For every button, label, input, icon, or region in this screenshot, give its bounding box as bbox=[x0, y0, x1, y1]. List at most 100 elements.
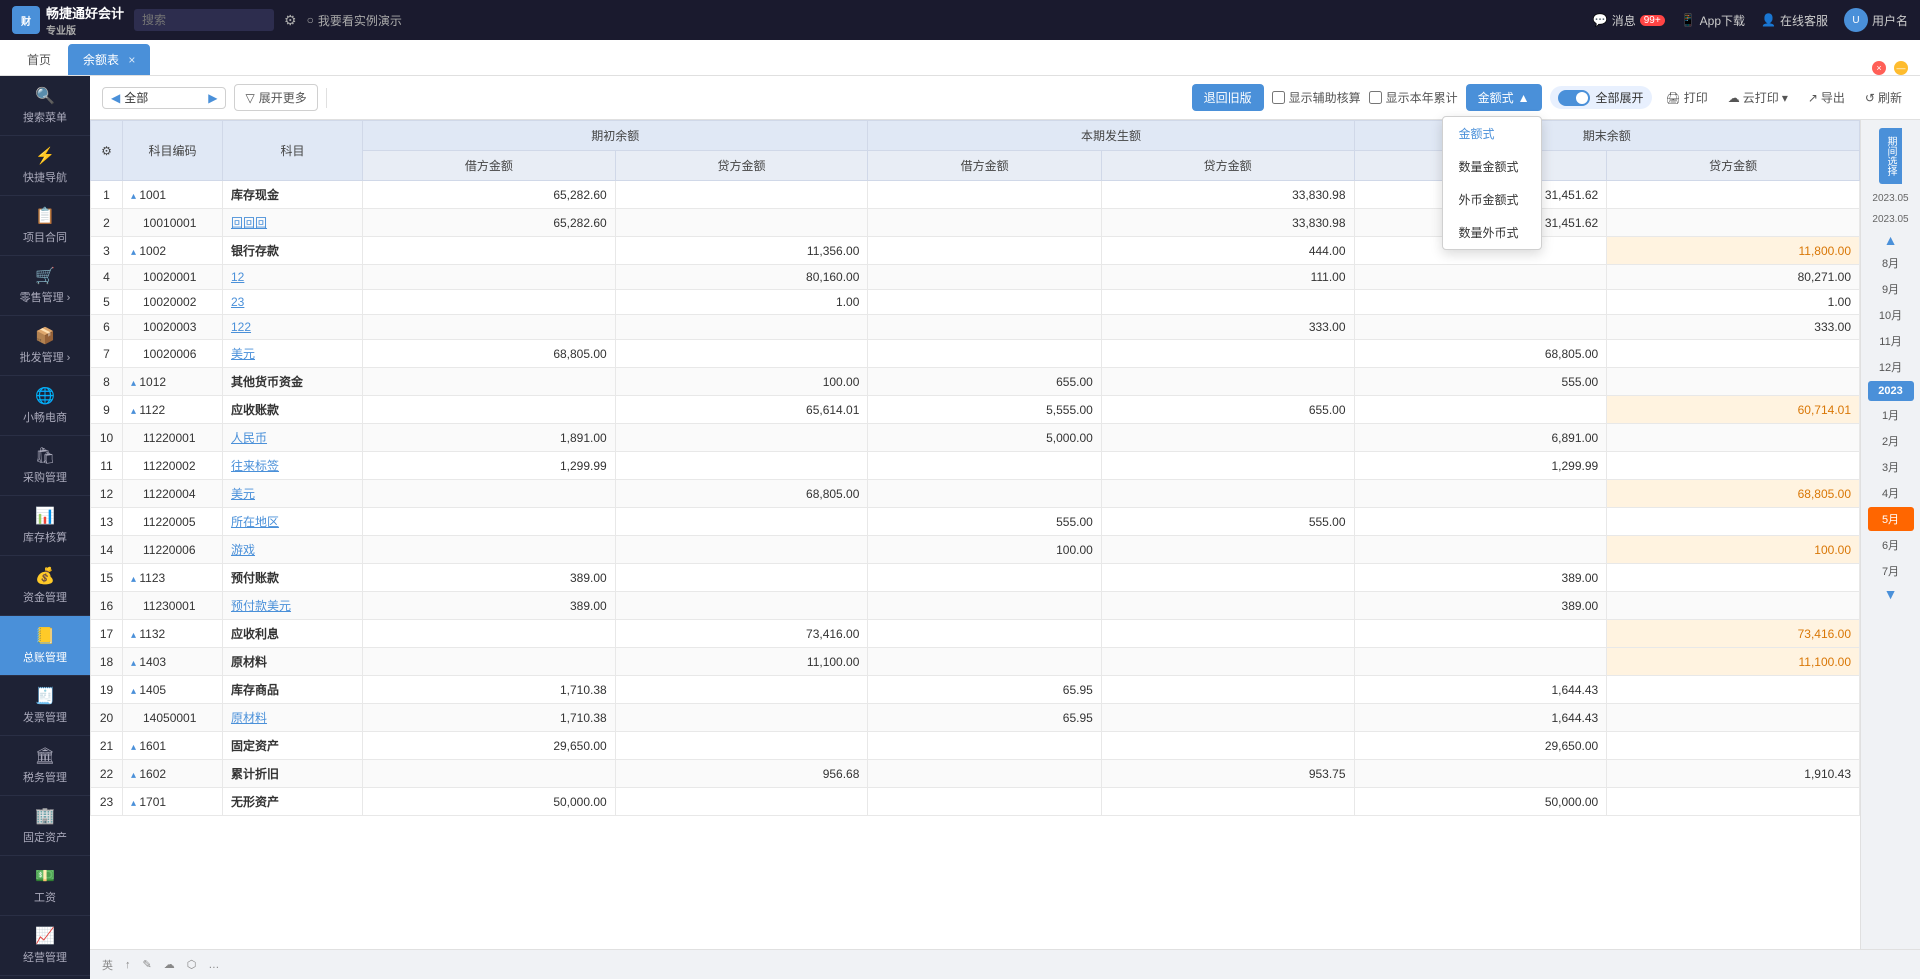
tab-close-icon[interactable]: × bbox=[128, 53, 135, 67]
sidebar-item-tax[interactable]: 🏛 税务管理 bbox=[0, 736, 90, 796]
row-qc_credit[interactable]: 73,416.00 bbox=[615, 620, 868, 648]
row-qm_debit[interactable]: 555.00 bbox=[1354, 368, 1607, 396]
row-bf_credit[interactable]: 555.00 bbox=[1101, 508, 1354, 536]
user-area[interactable]: U 用户名 bbox=[1844, 8, 1908, 32]
row-qc_credit[interactable]: 11,100.00 bbox=[615, 648, 868, 676]
month-10[interactable]: 10月 bbox=[1868, 303, 1914, 327]
cloud-print-btn[interactable]: ☁ 云打印 ▾ bbox=[1722, 85, 1794, 110]
row-qc_debit[interactable]: 389.00 bbox=[363, 592, 616, 620]
row-bf_debit[interactable]: 65.95 bbox=[868, 676, 1101, 704]
row-bf_credit[interactable]: 444.00 bbox=[1101, 237, 1354, 265]
row-qc_credit[interactable]: 80,160.00 bbox=[615, 265, 868, 290]
row-qc_debit[interactable]: 389.00 bbox=[363, 564, 616, 592]
row-qm_debit[interactable]: 1,299.99 bbox=[1354, 452, 1607, 480]
sidebar-item-salary[interactable]: 💵 工资 bbox=[0, 856, 90, 916]
bottom-lang[interactable]: 英 bbox=[102, 957, 113, 973]
row-bf_credit[interactable]: 111.00 bbox=[1101, 265, 1354, 290]
row-qm_credit[interactable]: 80,271.00 bbox=[1607, 265, 1860, 290]
dropdown-item-shuliangjine[interactable]: 数量金额式 bbox=[1443, 150, 1541, 183]
row-qc_debit[interactable]: 1,891.00 bbox=[363, 424, 616, 452]
date-down-arrow[interactable]: ▼ bbox=[1882, 584, 1900, 604]
row-bf_credit[interactable]: 333.00 bbox=[1101, 315, 1354, 340]
sidebar-item-project[interactable]: 📋 项目合同 bbox=[0, 196, 90, 256]
aux-check-label[interactable]: 显示辅助核算 bbox=[1272, 89, 1361, 106]
row-subject[interactable]: 美元 bbox=[223, 480, 363, 508]
date-up-arrow[interactable]: ▲ bbox=[1882, 230, 1900, 250]
month-8[interactable]: 8月 bbox=[1868, 251, 1914, 275]
year-total-check-label[interactable]: 显示本年累计 bbox=[1369, 89, 1458, 106]
sidebar-item-search[interactable]: 🔍 搜索菜单 bbox=[0, 76, 90, 136]
month-6[interactable]: 6月 bbox=[1868, 533, 1914, 557]
sidebar-item-wholesale[interactable]: 📦 批发管理 › bbox=[0, 316, 90, 376]
row-qm_debit[interactable]: 29,650.00 bbox=[1354, 732, 1607, 760]
month-9[interactable]: 9月 bbox=[1868, 277, 1914, 301]
search-back-icon[interactable]: ◀ bbox=[111, 91, 120, 105]
tab-balance[interactable]: 余额表 × bbox=[68, 44, 150, 75]
aux-check-input[interactable] bbox=[1272, 91, 1285, 104]
row-subject[interactable]: 回回回 bbox=[223, 209, 363, 237]
row-qc_debit[interactable]: 1,299.99 bbox=[363, 452, 616, 480]
account-search-box[interactable]: ◀ ▶ bbox=[102, 87, 226, 109]
bottom-cloud[interactable]: ☁ bbox=[164, 958, 175, 971]
dropdown-item-jine[interactable]: 金额式 bbox=[1443, 117, 1541, 150]
row-qc_credit[interactable]: 100.00 bbox=[615, 368, 868, 396]
sidebar-item-retail[interactable]: 🛒 零售管理 › bbox=[0, 256, 90, 316]
row-qc_credit[interactable]: 68,805.00 bbox=[615, 480, 868, 508]
return-old-btn[interactable]: 退回旧版 bbox=[1192, 84, 1264, 111]
print-btn[interactable]: 🖨 打印 bbox=[1660, 85, 1714, 110]
row-bf_debit[interactable]: 655.00 bbox=[868, 368, 1101, 396]
bottom-edit[interactable]: ✎ bbox=[143, 958, 152, 971]
sidebar-item-inventory[interactable]: 📊 库存核算 bbox=[0, 496, 90, 556]
row-qm_credit[interactable]: 100.00 bbox=[1607, 536, 1860, 564]
row-qm_debit[interactable]: 68,805.00 bbox=[1354, 340, 1607, 368]
row-bf_credit[interactable]: 33,830.98 bbox=[1101, 209, 1354, 237]
row-qm_debit[interactable]: 6,891.00 bbox=[1354, 424, 1607, 452]
row-bf_debit[interactable]: 555.00 bbox=[868, 508, 1101, 536]
month-2[interactable]: 2月 bbox=[1868, 429, 1914, 453]
row-qm_debit[interactable]: 1,644.43 bbox=[1354, 676, 1607, 704]
header-search-input[interactable] bbox=[134, 9, 274, 31]
row-qm_debit[interactable]: 50,000.00 bbox=[1354, 788, 1607, 816]
row-qc_credit[interactable]: 11,356.00 bbox=[615, 237, 868, 265]
tab-home[interactable]: 首页 bbox=[12, 44, 66, 75]
row-qc_credit[interactable]: 956.68 bbox=[615, 760, 868, 788]
online-service-btn[interactable]: 👤 在线客服 bbox=[1761, 12, 1828, 29]
bottom-more[interactable]: … bbox=[208, 959, 219, 971]
sidebar-item-invoice[interactable]: 🧾 发票管理 bbox=[0, 676, 90, 736]
dropdown-item-shuliangwaibi[interactable]: 数量外币式 bbox=[1443, 216, 1541, 249]
row-qm_credit[interactable]: 11,100.00 bbox=[1607, 648, 1860, 676]
month-11[interactable]: 11月 bbox=[1868, 329, 1914, 353]
row-qm_credit[interactable]: 1.00 bbox=[1607, 290, 1860, 315]
th-settings[interactable]: ⚙ bbox=[91, 121, 123, 181]
row-qc_debit[interactable]: 65,282.60 bbox=[363, 209, 616, 237]
row-qc_debit[interactable]: 1,710.38 bbox=[363, 676, 616, 704]
month-3[interactable]: 3月 bbox=[1868, 455, 1914, 479]
bottom-hex[interactable]: ⬡ bbox=[187, 958, 197, 971]
row-qm_credit[interactable]: 11,800.00 bbox=[1607, 237, 1860, 265]
window-close-btn[interactable]: × bbox=[1872, 61, 1886, 75]
window-min-btn[interactable]: — bbox=[1894, 61, 1908, 75]
column-settings-icon[interactable]: ⚙ bbox=[101, 144, 112, 158]
row-bf_credit[interactable]: 655.00 bbox=[1101, 396, 1354, 424]
row-bf_debit[interactable]: 65.95 bbox=[868, 704, 1101, 732]
sidebar-item-purchase[interactable]: 🛍 采购管理 bbox=[0, 436, 90, 496]
sidebar-item-quicknav[interactable]: ⚡ 快捷导航 bbox=[0, 136, 90, 196]
month-1[interactable]: 1月 bbox=[1868, 403, 1914, 427]
row-qm_debit[interactable]: 389.00 bbox=[1354, 564, 1607, 592]
bottom-arrow[interactable]: ↑ bbox=[125, 959, 131, 971]
row-qm_credit[interactable]: 73,416.00 bbox=[1607, 620, 1860, 648]
row-qc_debit[interactable]: 68,805.00 bbox=[363, 340, 616, 368]
row-qm_credit[interactable]: 333.00 bbox=[1607, 315, 1860, 340]
row-subject[interactable]: 预付款美元 bbox=[223, 592, 363, 620]
amount-mode-btn[interactable]: 金额式 ▲ bbox=[1466, 84, 1542, 111]
demo-link[interactable]: ○ 我要看实例演示 bbox=[307, 12, 402, 29]
row-subject[interactable]: 游戏 bbox=[223, 536, 363, 564]
row-qm_debit[interactable]: 389.00 bbox=[1354, 592, 1607, 620]
row-qc_debit[interactable]: 29,650.00 bbox=[363, 732, 616, 760]
account-search-input[interactable] bbox=[124, 91, 204, 105]
row-qc_credit[interactable]: 1.00 bbox=[615, 290, 868, 315]
row-bf_debit[interactable]: 5,000.00 bbox=[868, 424, 1101, 452]
message-btn[interactable]: 💬 消息 99+ bbox=[1593, 12, 1665, 29]
expand-all-toggle[interactable]: 全部展开 bbox=[1550, 86, 1652, 109]
app-download-btn[interactable]: 📱 App下载 bbox=[1681, 12, 1745, 29]
